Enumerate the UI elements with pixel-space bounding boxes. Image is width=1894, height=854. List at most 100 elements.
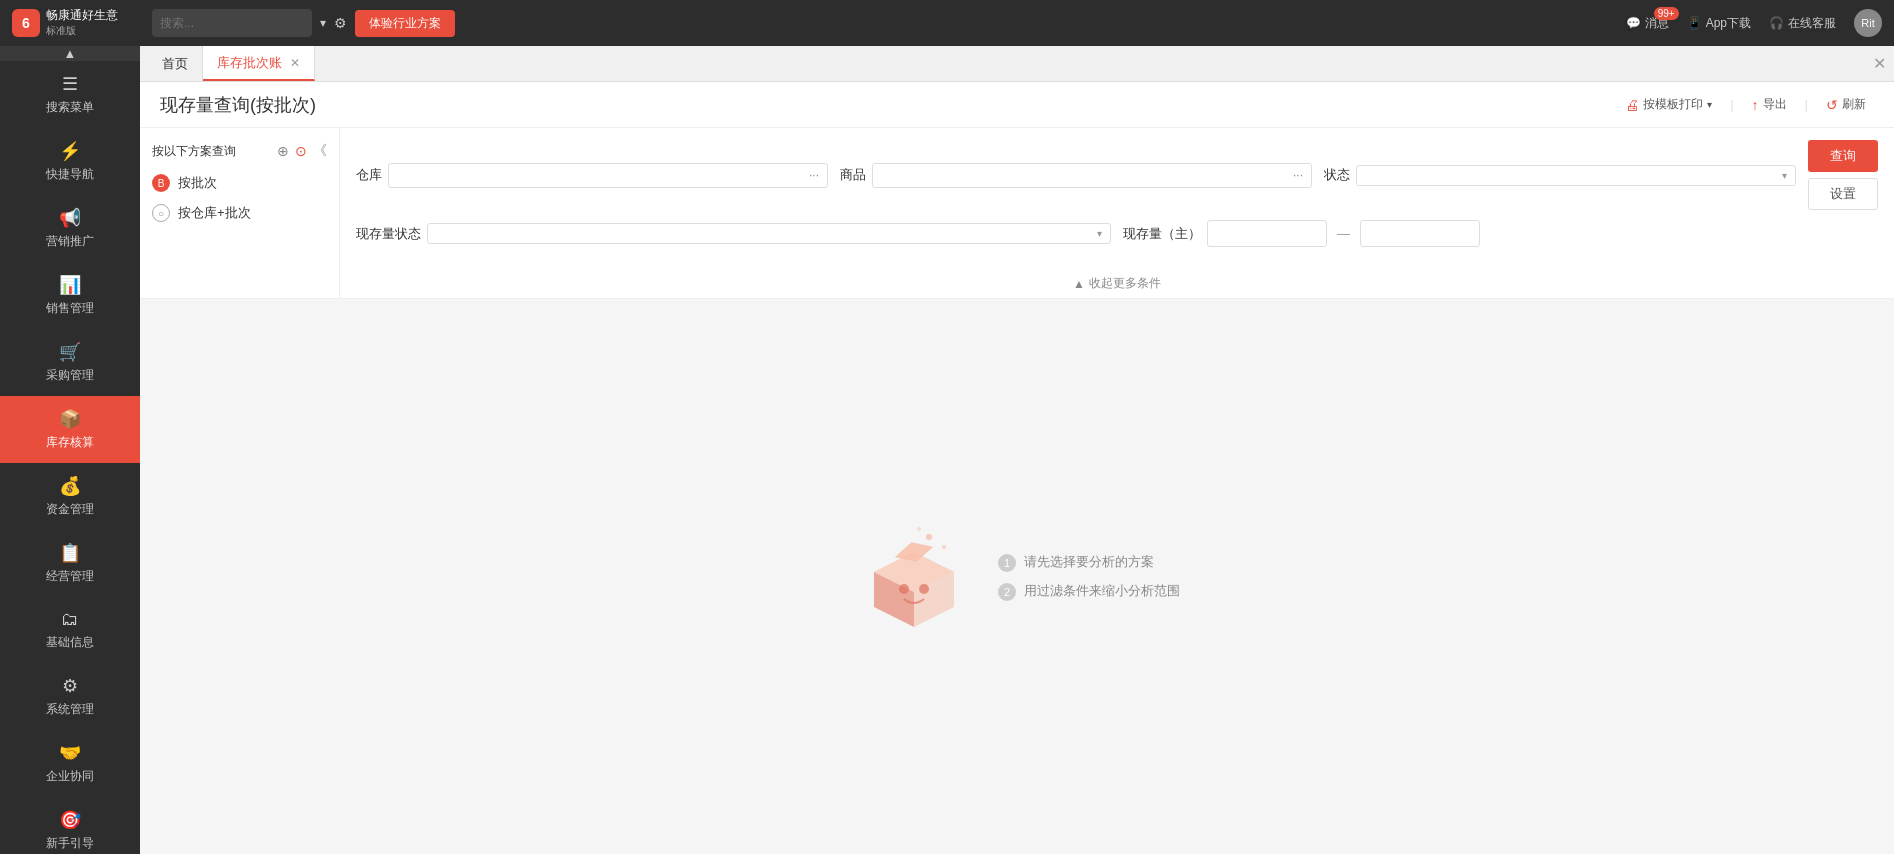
empty-state: 1 请先选择要分析的方案 2 用过滤条件来缩小分析范围 [140, 299, 1894, 854]
sidebar-item-enterprise[interactable]: 🤝 企业协同 [0, 730, 140, 797]
inventory-icon: 📦 [59, 408, 81, 430]
phone-icon: 📱 [1687, 16, 1702, 30]
stock-status-select[interactable]: ▾ [427, 223, 1111, 244]
empty-tip-1: 1 请先选择要分析的方案 [998, 553, 1180, 572]
stock-qty-label: 现存量（主） [1123, 225, 1201, 243]
newbie-icon: 🎯 [59, 809, 81, 831]
purchase-icon: 🛒 [59, 341, 81, 363]
header-search-bar[interactable] [152, 9, 312, 37]
quick-nav-icon: ⚡ [59, 140, 81, 162]
sidebar-item-purchase[interactable]: 🛒 采购管理 [0, 329, 140, 396]
tab-inventory-batch[interactable]: 库存批次账 ✕ [203, 46, 315, 81]
sidebar-item-newbie[interactable]: 🎯 新手引导 [0, 797, 140, 854]
tab-home[interactable]: 首页 [148, 46, 203, 81]
header-search-input[interactable] [160, 16, 280, 30]
filter-row-2: 现存量状态 ▾ 现存量（主） — [356, 220, 1878, 247]
tip-text-1: 请先选择要分析的方案 [1024, 553, 1154, 571]
scheme-dot-active: B [152, 174, 170, 192]
page-content: 现存量查询(按批次) 🖨 按模板打印 ▾ | ↑ 导出 | ↺ [140, 82, 1894, 854]
print-dropdown-icon[interactable]: ▾ [1707, 99, 1712, 110]
sidebar-item-basic-info[interactable]: 🗂 基础信息 [0, 597, 140, 663]
sidebar-label-sales: 销售管理 [46, 300, 94, 317]
stock-qty-max-input[interactable] [1360, 220, 1480, 247]
export-btn[interactable]: ↑ 导出 [1744, 92, 1795, 117]
online-service-item[interactable]: 🎧 在线客服 [1769, 15, 1836, 32]
sidebar-item-sales[interactable]: 📊 销售管理 [0, 262, 140, 329]
user-avatar: Rit [1854, 9, 1882, 37]
export-icon: ↑ [1752, 97, 1759, 113]
user-avatar-item[interactable]: Rit [1854, 9, 1882, 37]
filter-schemes-header: 按以下方案查询 ⊕ ⊙ 《 [140, 138, 339, 168]
stock-status-dropdown-icon: ▾ [1097, 228, 1102, 239]
product-input[interactable] [881, 168, 1289, 183]
status-select[interactable]: ▾ [1356, 165, 1796, 186]
range-dash: — [1333, 226, 1354, 241]
empty-box-svg [854, 517, 974, 637]
warehouse-input-wrapper[interactable]: ··· [388, 163, 828, 188]
print-btn[interactable]: 🖨 按模板打印 ▾ [1617, 92, 1720, 117]
sidebar-label-enterprise: 企业协同 [46, 768, 94, 785]
sidebar-item-finance[interactable]: 💰 资金管理 [0, 463, 140, 530]
filter-fields-wrapper: 仓库 ··· 商品 ··· [340, 128, 1894, 298]
settings-btn[interactable]: 设置 [1808, 178, 1878, 210]
sidebar-label-inventory: 库存核算 [46, 434, 94, 451]
tip-num-2: 2 [998, 583, 1016, 601]
settings-scheme-icon[interactable]: ⊙ [295, 143, 307, 159]
filter-panel: 按以下方案查询 ⊕ ⊙ 《 B 按批次 ○ 按仓库+批次 [140, 128, 1894, 299]
svg-point-5 [899, 584, 909, 594]
filter-fields: 仓库 ··· 商品 ··· [340, 128, 1894, 269]
enterprise-icon: 🤝 [59, 742, 81, 764]
marketing-icon: 📢 [59, 207, 81, 229]
tip-num-1: 1 [998, 554, 1016, 572]
tab-close-icon[interactable]: ✕ [290, 56, 300, 70]
status-dropdown-icon: ▾ [1782, 170, 1787, 181]
collapse-schemes-btn[interactable]: 《 [313, 142, 327, 160]
basic-info-icon: 🗂 [61, 609, 79, 630]
search-menu-icon: ☰ [62, 73, 78, 95]
sidebar-item-system[interactable]: ⚙ 系统管理 [0, 663, 140, 730]
tab-panel-close-icon[interactable]: ✕ [1873, 54, 1886, 73]
messages-badge: 99+ [1654, 7, 1679, 20]
sidebar-item-inventory[interactable]: 📦 库存核算 [0, 396, 140, 463]
scheme-item-warehouse-batch[interactable]: ○ 按仓库+批次 [140, 198, 339, 228]
header-gear-icon[interactable]: ⚙ [334, 15, 347, 31]
svg-point-8 [942, 545, 946, 549]
scheme-item-batch[interactable]: B 按批次 [140, 168, 339, 198]
sidebar-scroll-up[interactable]: ▲ [0, 46, 140, 61]
product-input-wrapper[interactable]: ··· [872, 163, 1312, 188]
product-label: 商品 [840, 166, 866, 184]
sidebar-item-operations[interactable]: 📋 经营管理 [0, 530, 140, 597]
tab-bar: 首页 库存批次账 ✕ ✕ [140, 46, 1894, 82]
sidebar-item-search[interactable]: ☰ 搜索菜单 [0, 61, 140, 128]
collapse-more-label: 收起更多条件 [1089, 275, 1161, 292]
sidebar-item-marketing[interactable]: 📢 营销推广 [0, 195, 140, 262]
empty-tip-2: 2 用过滤条件来缩小分析范围 [998, 582, 1180, 601]
add-scheme-icon[interactable]: ⊕ [277, 143, 289, 159]
main-layout: ▲ ☰ 搜索菜单 ⚡ 快捷导航 📢 营销推广 📊 销售管理 🛒 采购管理 📦 库… [0, 46, 1894, 854]
experience-btn[interactable]: 体验行业方案 [355, 10, 455, 37]
header-dropdown-arrow[interactable]: ▾ [320, 16, 326, 30]
warehouse-more-btn[interactable]: ··· [809, 168, 819, 182]
warehouse-input[interactable] [397, 168, 805, 183]
scheme-label-batch: 按批次 [178, 174, 217, 192]
scheme-label-warehouse-batch: 按仓库+批次 [178, 204, 251, 222]
app-download-label: App下载 [1706, 15, 1751, 32]
stock-status-label: 现存量状态 [356, 225, 421, 243]
finance-icon: 💰 [59, 475, 81, 497]
query-btn[interactable]: 查询 [1808, 140, 1878, 172]
headset-icon: 🎧 [1769, 16, 1784, 30]
action-buttons: 查询 设置 [1808, 140, 1878, 210]
online-service-label: 在线客服 [1788, 15, 1836, 32]
sidebar-label-finance: 资金管理 [46, 501, 94, 518]
empty-icon [854, 517, 974, 637]
collapse-more-btn[interactable]: ▲ 收起更多条件 [340, 269, 1894, 298]
app-download-item[interactable]: 📱 App下载 [1687, 15, 1751, 32]
product-more-btn[interactable]: ··· [1293, 168, 1303, 182]
refresh-btn[interactable]: ↺ 刷新 [1818, 92, 1874, 117]
tip-text-2: 用过滤条件来缩小分析范围 [1024, 582, 1180, 600]
tab-bar-right: ✕ [1873, 54, 1894, 73]
messages-item[interactable]: 💬 消息 99+ [1626, 15, 1669, 32]
sidebar-item-quick-nav[interactable]: ⚡ 快捷导航 [0, 128, 140, 195]
stock-qty-min-input[interactable] [1207, 220, 1327, 247]
stock-status-field: 现存量状态 ▾ [356, 223, 1111, 244]
